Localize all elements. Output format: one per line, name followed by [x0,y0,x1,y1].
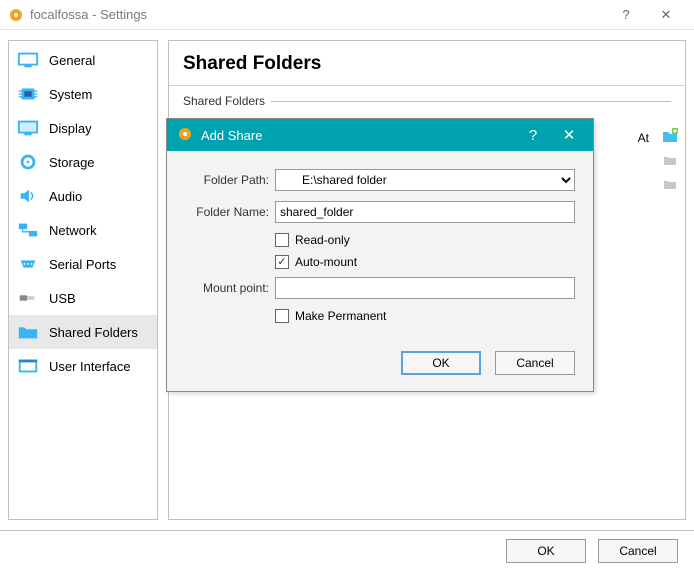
readonly-checkbox[interactable] [275,233,289,247]
sidebar-item-system[interactable]: System [9,77,157,111]
automount-label: Auto-mount [295,255,357,269]
sidebar-item-label: Display [49,121,92,136]
settings-cancel-button[interactable]: Cancel [598,539,678,563]
sidebar-item-shared-folders[interactable]: Shared Folders [9,315,157,349]
automount-checkbox[interactable] [275,255,289,269]
edit-share-button[interactable] [661,151,679,169]
sidebar-item-usb[interactable]: USB [9,281,157,315]
list-column-header: At [636,131,651,145]
make-permanent-checkbox[interactable] [275,309,289,323]
sidebar-item-general[interactable]: General [9,43,157,77]
sidebar-item-network[interactable]: Network [9,213,157,247]
dialog-title: Add Share [201,128,511,143]
readonly-label: Read-only [295,233,350,247]
display-icon [15,119,41,137]
close-button[interactable]: ✕ [646,0,686,30]
window-titlebar: focalfossa - Settings ? ✕ [0,0,694,30]
settings-sidebar: General System Display Storage Audio Net… [8,40,158,520]
section-heading: Shared Folders [169,86,685,108]
mount-point-label: Mount point: [185,281,269,295]
sidebar-item-display[interactable]: Display [9,111,157,145]
sidebar-item-label: User Interface [49,359,131,374]
speaker-icon [15,187,41,205]
usb-icon [15,289,41,307]
sidebar-item-audio[interactable]: Audio [9,179,157,213]
sidebar-item-label: Network [49,223,97,238]
folder-path-label: Folder Path: [185,173,269,187]
dialog-help-button[interactable]: ? [519,127,547,144]
dialog-titlebar: Add Share ? ✕ [167,119,593,151]
add-share-button[interactable] [661,127,679,145]
bottom-button-bar: OK Cancel [0,530,694,570]
sidebar-item-label: Serial Ports [49,257,116,272]
page-title: Shared Folders [169,41,685,86]
monitor-icon [15,51,41,69]
help-button[interactable]: ? [606,0,646,30]
folder-path-select[interactable]: E:\shared folder [275,169,575,191]
sidebar-item-label: System [49,87,92,102]
sidebar-item-label: General [49,53,95,68]
chip-icon [15,85,41,103]
window-title: focalfossa - Settings [30,7,606,22]
sidebar-item-ui[interactable]: User Interface [9,349,157,383]
sidebar-item-label: Audio [49,189,82,204]
dialog-ok-button[interactable]: OK [401,351,481,375]
sidebar-item-label: Storage [49,155,95,170]
serial-icon [15,255,41,273]
sidebar-item-label: Shared Folders [49,325,138,340]
add-share-dialog: Add Share ? ✕ Folder Path: E:\shared fol… [166,118,594,392]
settings-ok-button[interactable]: OK [506,539,586,563]
sidebar-item-serial[interactable]: Serial Ports [9,247,157,281]
make-permanent-label: Make Permanent [295,309,386,323]
mount-point-input[interactable] [275,277,575,299]
folder-name-label: Folder Name: [185,205,269,219]
remove-share-button[interactable] [661,175,679,193]
gear-icon [177,126,193,145]
folder-name-input[interactable] [275,201,575,223]
disk-icon [15,153,41,171]
folder-icon [15,323,41,341]
dialog-close-button[interactable]: ✕ [555,126,583,144]
dialog-cancel-button[interactable]: Cancel [495,351,575,375]
sidebar-item-label: USB [49,291,76,306]
network-icon [15,221,41,239]
app-icon [8,7,24,23]
interface-icon [15,357,41,375]
sidebar-item-storage[interactable]: Storage [9,145,157,179]
